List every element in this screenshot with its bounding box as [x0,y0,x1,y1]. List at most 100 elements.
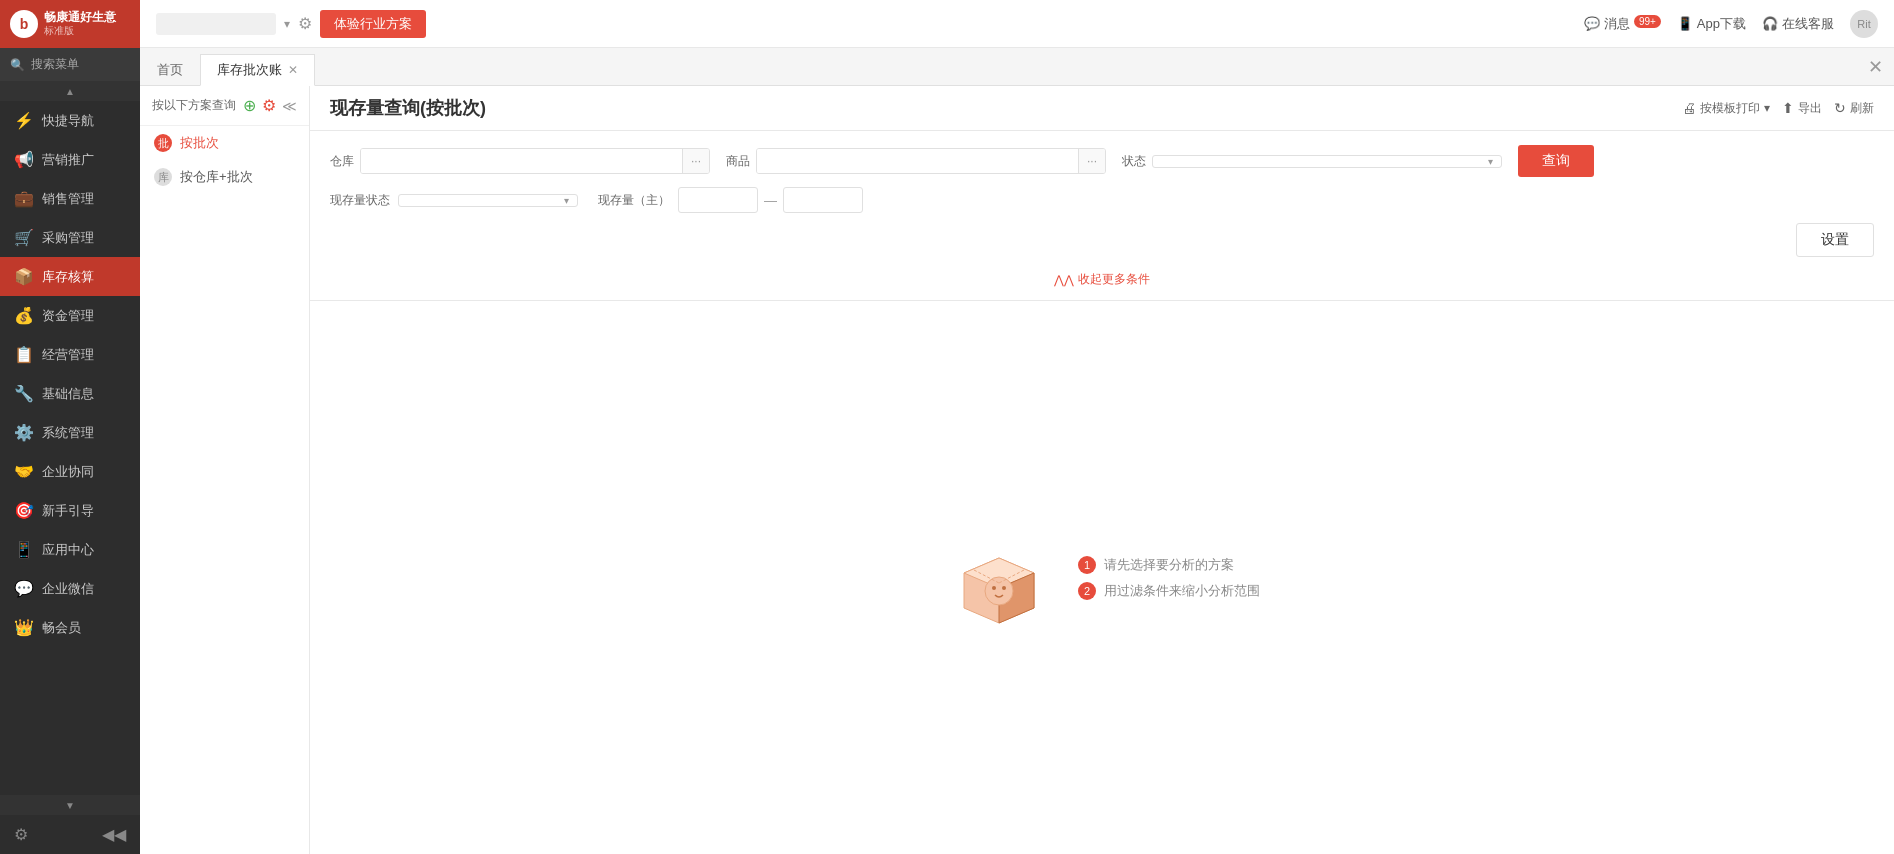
sidebar-item-corp-wechat[interactable]: 💬 企业微信 [0,569,140,608]
new-guide-icon: 🎯 [14,501,34,520]
export-icon: ⬆ [1782,100,1794,116]
empty-state: 1 请先选择要分析的方案 2 用过滤条件来缩小分析范围 [310,301,1894,854]
ops-icon: 📋 [14,345,34,364]
qty-to-input[interactable] [783,187,863,213]
print-btn[interactable]: 🖨 按模板打印 ▾ [1682,100,1770,117]
status-select-wrap[interactable]: ▾ [1152,155,1502,168]
warehouse-input[interactable] [361,149,682,173]
online-service-btn[interactable]: 🎧 在线客服 [1762,15,1834,33]
basic-icon: 🔧 [14,384,34,403]
inventory-qty-label: 现存量（主） [598,192,670,209]
sidebar-item-label: 销售管理 [42,190,94,208]
collapse-more-btn[interactable]: ⋀⋀ 收起更多条件 [330,265,1874,294]
tab-inventory-batch-close[interactable]: ✕ [288,63,298,77]
qty-dash: — [764,193,777,208]
settings-button[interactable]: 设置 [1796,223,1874,257]
sidebar-item-inventory[interactable]: 📦 库存核算 [0,257,140,296]
marketing-icon: 📢 [14,150,34,169]
empty-cube-svg [944,523,1054,633]
topbar-left: ▾ ⚙ 体验行业方案 [156,10,1574,38]
status-filter-group: 状态 ▾ [1122,153,1502,170]
empty-step-1: 1 请先选择要分析的方案 [1078,556,1260,574]
inventory-qty-group: 现存量（主） — [598,187,863,213]
svg-point-5 [1002,586,1006,590]
sidebar-item-system[interactable]: ⚙️ 系统管理 [0,413,140,452]
scheme-icon-warehouse-batch: 库 [154,168,172,186]
inventory-status-group: 现存量状态 ▾ [330,192,578,209]
filter-row-1: 仓库 ··· 商品 ··· [330,145,1874,177]
collapse-up-icon: ⋀⋀ [1054,273,1074,287]
refresh-btn[interactable]: ↻ 刷新 [1834,100,1874,117]
app-logo: b [10,10,38,38]
main-area: ▾ ⚙ 体验行业方案 💬 消息 99+ 📱 App下载 🎧 在线客服 Rit [140,0,1894,854]
left-panel-collapse-btn[interactable]: ≪ [282,98,297,114]
svg-point-4 [992,586,996,590]
sidebar-item-label: 新手引导 [42,502,94,520]
sidebar-item-member[interactable]: 👑 畅会员 [0,608,140,647]
tabbar: 首页 库存批次账 ✕ [140,48,1894,86]
sidebar-scroll-down[interactable]: ▼ [0,795,140,815]
headset-icon: 🎧 [1762,16,1778,31]
sidebar-footer: ⚙ ◀◀ [0,815,140,854]
tab-inventory-batch[interactable]: 库存批次账 ✕ [200,54,315,86]
app-title: 畅康通好生意 [44,10,116,24]
product-dots-btn[interactable]: ··· [1078,149,1105,173]
inventory-status-text [407,195,564,205]
step1-text: 请先选择要分析的方案 [1104,556,1234,574]
sidebar-item-label: 系统管理 [42,424,94,442]
qty-from-input[interactable] [678,187,758,213]
warehouse-filter-group: 仓库 ··· [330,148,710,174]
left-panel-settings-btn[interactable]: ⚙ [262,96,276,115]
warehouse-dots-btn[interactable]: ··· [682,149,709,173]
message-icon: 💬 [1584,16,1600,31]
sidebar-scroll-up[interactable]: ▲ [0,81,140,101]
query-button[interactable]: 查询 [1518,145,1594,177]
tab-home-label: 首页 [157,61,183,79]
sidebar-item-new-guide[interactable]: 🎯 新手引导 [0,491,140,530]
sidebar-item-label: 应用中心 [42,541,94,559]
app-title-wrap: 畅康通好生意 标准版 [44,10,116,38]
settings-icon[interactable]: ⚙ [14,825,28,844]
sidebar-item-finance[interactable]: 💰 资金管理 [0,296,140,335]
app-version: 标准版 [44,24,116,38]
left-panel-add-btn[interactable]: ⊕ [243,96,256,115]
refresh-label: 刷新 [1850,100,1874,117]
panel-close-button[interactable]: ✕ [1856,48,1894,86]
sidebar-item-corp[interactable]: 🤝 企业协同 [0,452,140,491]
step2-num: 2 [1078,582,1096,600]
sales-icon: 💼 [14,189,34,208]
experience-btn[interactable]: 体验行业方案 [320,10,426,38]
sidebar-item-label: 经营管理 [42,346,94,364]
product-input[interactable] [757,149,1078,173]
sidebar-item-purchase[interactable]: 🛒 采购管理 [0,218,140,257]
user-avatar[interactable]: Rit [1850,10,1878,38]
topbar-search-input[interactable] [156,13,276,35]
scheme-item-by-batch[interactable]: 批 按批次 [140,126,309,160]
warehouse-label: 仓库 [330,153,354,170]
product-label: 商品 [726,153,750,170]
tabbar-wrap: 首页 库存批次账 ✕ ✕ [140,48,1894,86]
phone-icon: 📱 [1677,16,1693,31]
sidebar-item-basic[interactable]: 🔧 基础信息 [0,374,140,413]
sidebar-item-label: 基础信息 [42,385,94,403]
inventory-status-select[interactable]: ▾ [398,194,578,207]
export-btn[interactable]: ⬆ 导出 [1782,100,1822,117]
app-download-btn[interactable]: 📱 App下载 [1677,15,1746,33]
message-btn[interactable]: 💬 消息 99+ [1584,15,1661,33]
audio-icon[interactable]: ◀◀ [102,825,126,844]
status-label: 状态 [1122,153,1146,170]
sidebar-item-app-center[interactable]: 📱 应用中心 [0,530,140,569]
sidebar-item-sales[interactable]: 💼 销售管理 [0,179,140,218]
sidebar-item-quick-nav[interactable]: ⚡ 快捷导航 [0,101,140,140]
sidebar-item-marketing[interactable]: 📢 营销推广 [0,140,140,179]
sidebar-item-label: 快捷导航 [42,112,94,130]
sidebar-item-label: 采购管理 [42,229,94,247]
topbar-gear-icon[interactable]: ⚙ [298,14,312,33]
tab-home[interactable]: 首页 [140,54,200,86]
topbar-chevron-icon[interactable]: ▾ [284,17,290,31]
scheme-item-by-warehouse-batch[interactable]: 库 按仓库+批次 [140,160,309,194]
purchase-icon: 🛒 [14,228,34,247]
collapse-label: 收起更多条件 [1078,271,1150,288]
sidebar-search[interactable]: 🔍 搜索菜单 [0,48,140,81]
sidebar-item-ops[interactable]: 📋 经营管理 [0,335,140,374]
